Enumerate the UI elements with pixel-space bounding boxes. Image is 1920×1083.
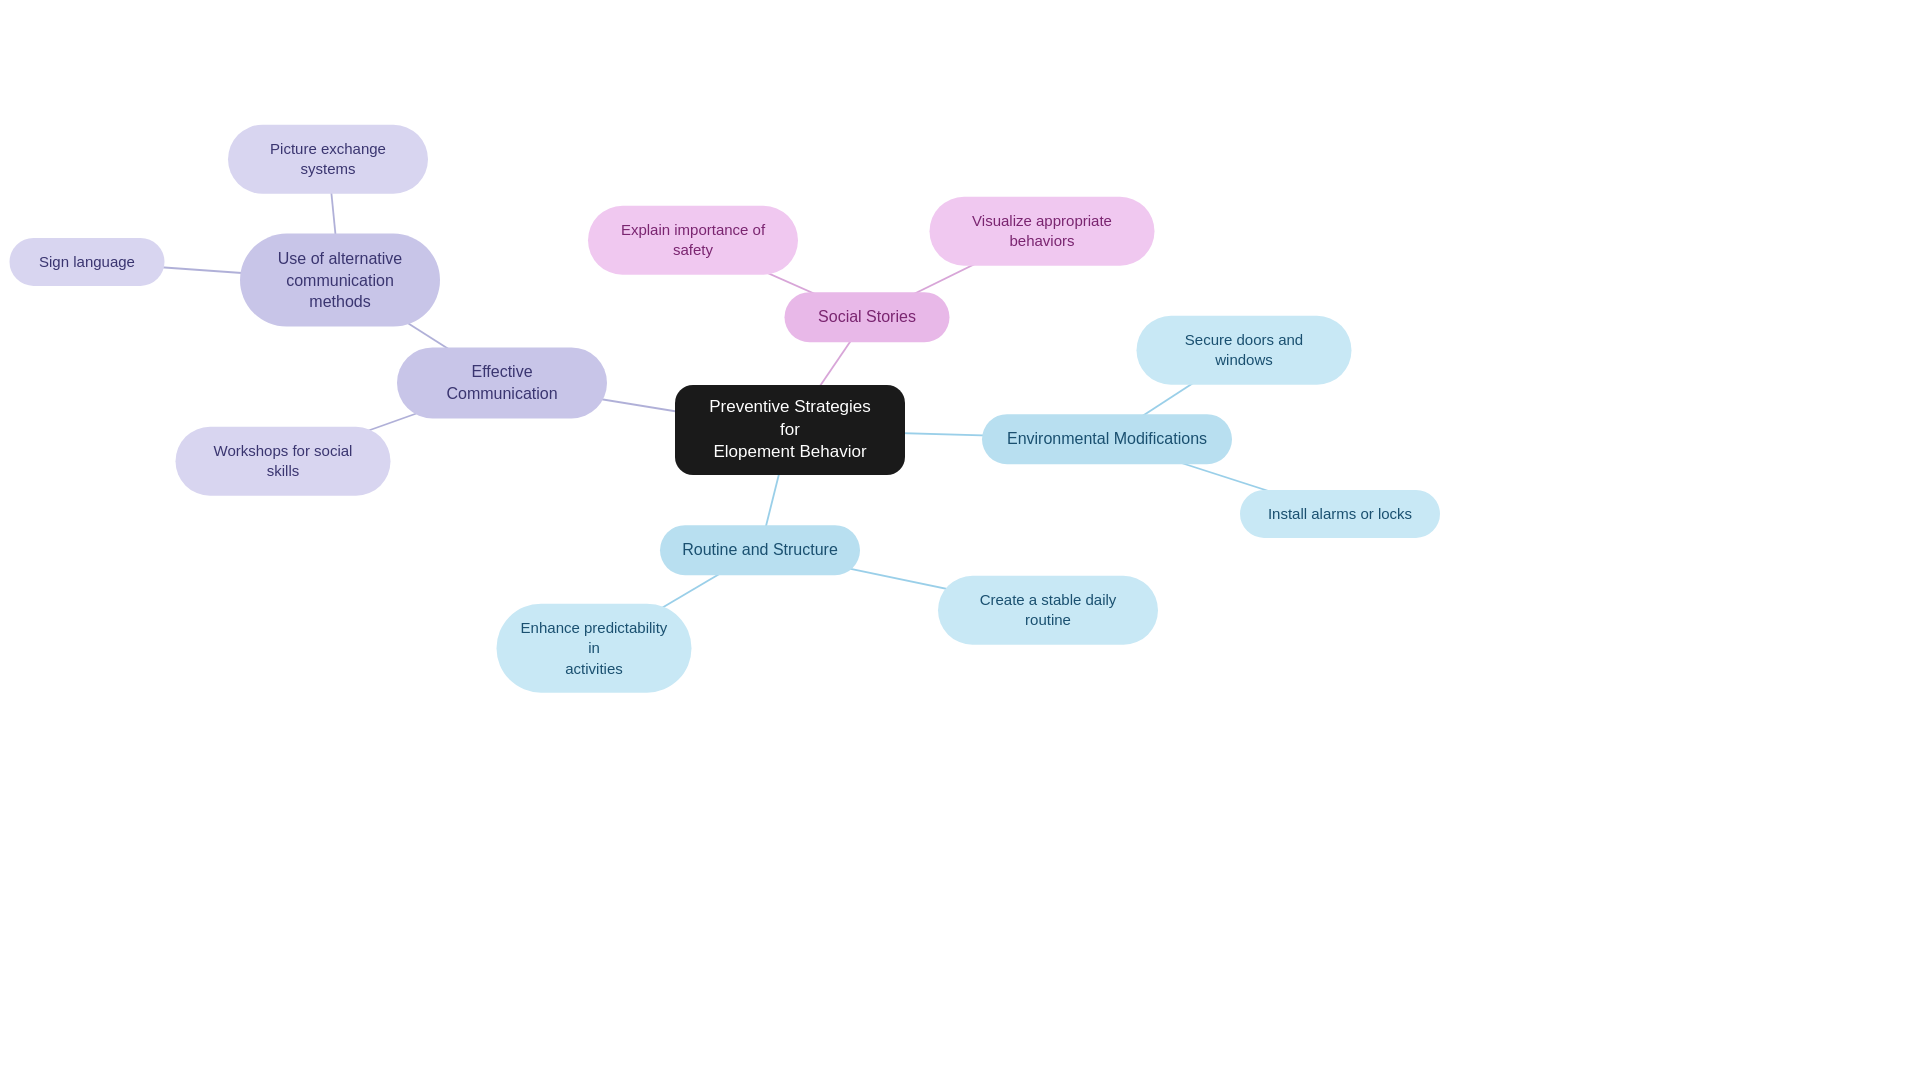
env-mod-node: Environmental Modifications bbox=[982, 414, 1232, 464]
stable-routine-node: Create a stable daily routine bbox=[938, 576, 1158, 645]
center-label: Preventive Strategies forElopement Behav… bbox=[697, 396, 883, 465]
visualize-label: Visualize appropriate behaviors bbox=[952, 211, 1133, 252]
picture-exchange-label: Picture exchange systems bbox=[250, 139, 406, 180]
social-stories-node: Social Stories bbox=[785, 292, 950, 342]
alarms-label: Install alarms or locks bbox=[1268, 504, 1412, 524]
predictability-label: Enhance predictability inactivities bbox=[519, 618, 670, 679]
workshops-node: Workshops for social skills bbox=[176, 427, 391, 496]
effective-comm-label: Effective Communication bbox=[419, 361, 585, 404]
secure-doors-label: Secure doors and windows bbox=[1159, 330, 1330, 371]
effective-comm-node: Effective Communication bbox=[397, 347, 607, 418]
explain-safety-node: Explain importance of safety bbox=[588, 206, 798, 275]
center-node: Preventive Strategies forElopement Behav… bbox=[675, 385, 905, 475]
alt-comm-label: Use of alternativecommunication methods bbox=[262, 248, 418, 313]
env-mod-label: Environmental Modifications bbox=[1007, 428, 1207, 450]
explain-safety-label: Explain importance of safety bbox=[610, 220, 776, 261]
stable-routine-label: Create a stable daily routine bbox=[960, 590, 1136, 631]
alarms-node: Install alarms or locks bbox=[1240, 490, 1440, 538]
sign-language-node: Sign language bbox=[10, 238, 165, 286]
workshops-label: Workshops for social skills bbox=[198, 441, 369, 482]
visualize-node: Visualize appropriate behaviors bbox=[930, 197, 1155, 266]
mindmap-container: Preventive Strategies forElopement Behav… bbox=[0, 0, 1920, 1083]
alt-comm-node: Use of alternativecommunication methods bbox=[240, 234, 440, 327]
predictability-node: Enhance predictability inactivities bbox=[497, 604, 692, 693]
secure-doors-node: Secure doors and windows bbox=[1137, 316, 1352, 385]
routine-node: Routine and Structure bbox=[660, 525, 860, 575]
routine-label: Routine and Structure bbox=[682, 539, 838, 561]
picture-exchange-node: Picture exchange systems bbox=[228, 125, 428, 194]
sign-language-label: Sign language bbox=[39, 252, 135, 272]
social-stories-label: Social Stories bbox=[818, 306, 916, 328]
